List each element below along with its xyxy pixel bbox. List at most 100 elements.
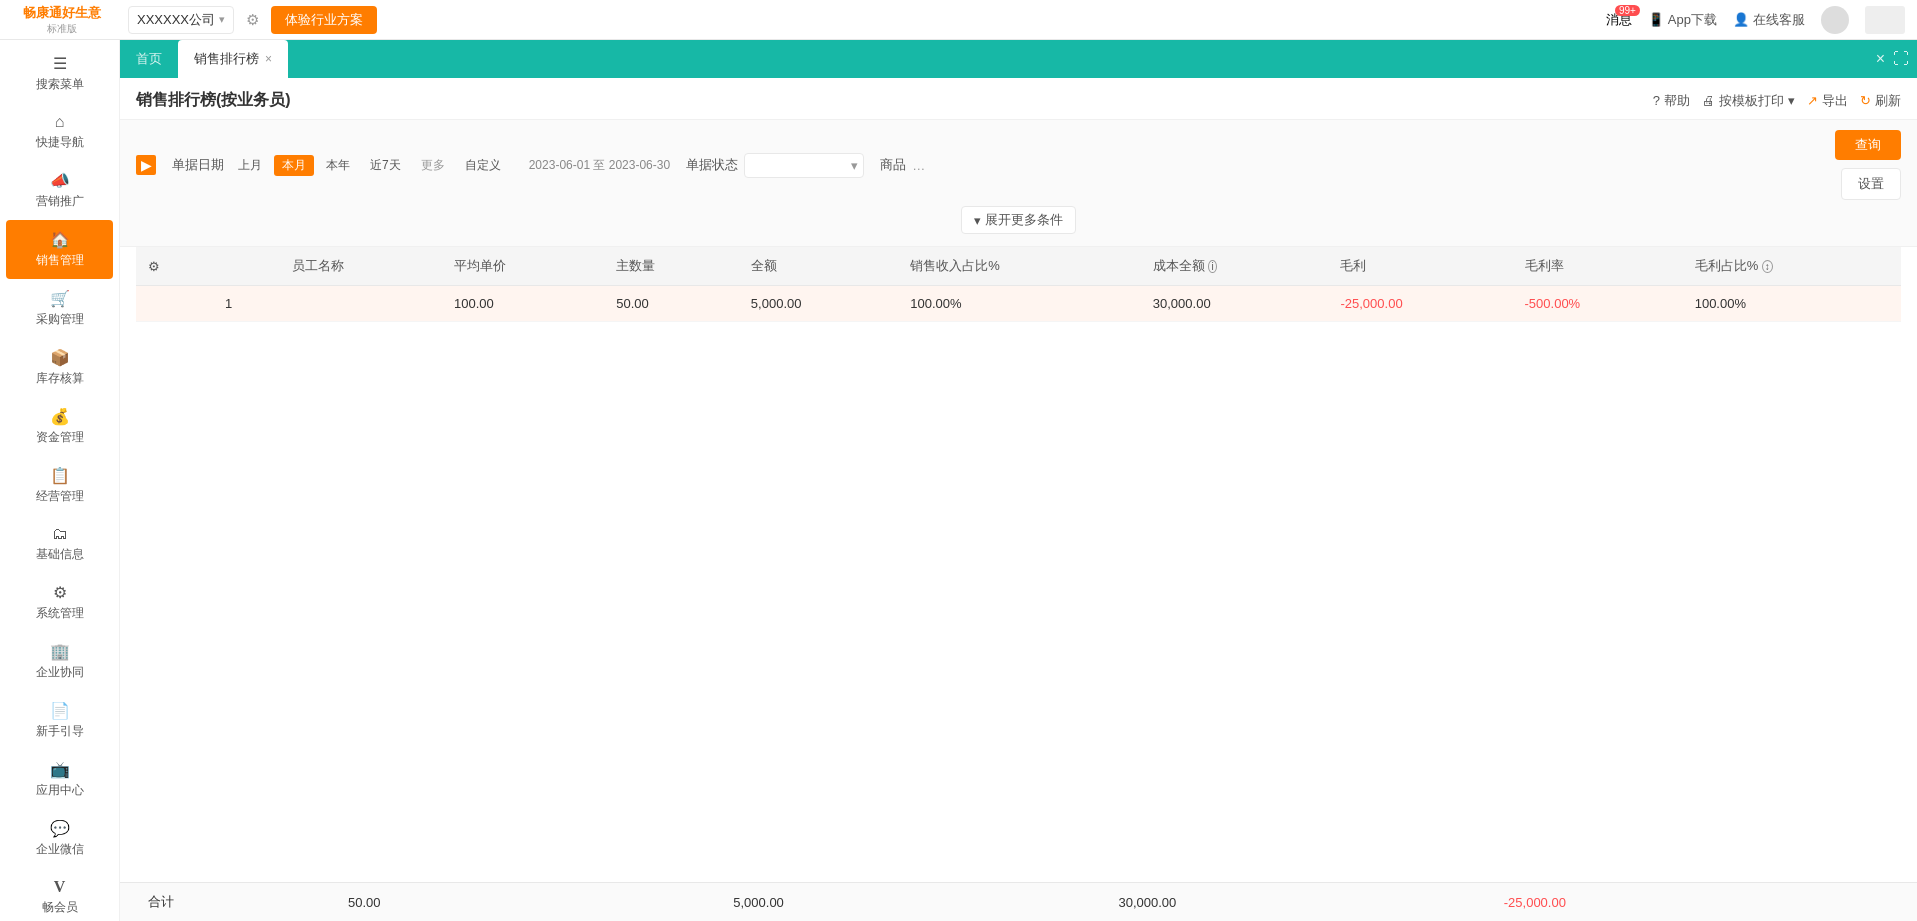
company-selector[interactable]: XXXXXX公司 ▾	[128, 6, 234, 34]
sidebar-item-collab[interactable]: 🏢 企业协同	[0, 632, 119, 691]
status-select[interactable]	[744, 153, 864, 178]
col-amount: 全额	[739, 247, 898, 286]
print-label: 按模板打印	[1719, 92, 1784, 110]
sidebar-item-sales[interactable]: 🏠 销售管理	[6, 220, 113, 279]
table-settings-icon[interactable]: ⚙	[148, 259, 160, 274]
filter-right-buttons: 查询 设置	[1835, 130, 1901, 200]
sidebar-label-quicknav: 快捷导航	[36, 134, 84, 151]
expand-row: ▾ 展开更多条件	[136, 200, 1901, 236]
date-tab-last-month[interactable]: 上月	[230, 155, 270, 176]
message-icon[interactable]: 消息 99+	[1606, 11, 1632, 29]
sidebar-item-finance[interactable]: 💰 资金管理	[0, 397, 119, 456]
row-avg-price: 100.00	[442, 286, 604, 322]
sidebar-item-inventory[interactable]: 📦 库存核算	[0, 338, 119, 397]
profit-pct-info-icon[interactable]: ↕	[1762, 260, 1773, 273]
guide-icon: 📄	[50, 701, 70, 720]
date-tab-this-month[interactable]: 本月	[274, 155, 314, 176]
finance-icon: 💰	[50, 407, 70, 426]
row-profit-pct: 100.00%	[1683, 286, 1901, 322]
row-cost: 30,000.00	[1141, 286, 1329, 322]
page-container: 销售排行榜(按业务员) ? 帮助 🖨 按模板打印 ▾ ↗ 导出	[120, 78, 1917, 921]
col-profit-rate: 毛利率	[1513, 247, 1683, 286]
date-range-display: 2023-06-01 至 2023-06-30	[529, 157, 670, 174]
filter-row-1: ▶ 单据日期 上月 本月 本年 近7天 更多 自定义 2023-06	[136, 130, 1901, 200]
online-service-icon: 👤	[1733, 12, 1749, 27]
col-avg-price: 平均单价	[442, 247, 604, 286]
sidebar-item-search[interactable]: ☰ 搜索菜单	[0, 44, 119, 103]
col-sales-pct: 销售收入占比%	[898, 247, 1141, 286]
refresh-btn[interactable]: ↻ 刷新	[1860, 92, 1901, 110]
footer-profit: -25,000.00	[1504, 895, 1889, 910]
sidebar-label-sales: 销售管理	[36, 252, 84, 269]
sidebar-item-system[interactable]: ⚙ 系统管理	[0, 573, 119, 632]
goods-more-icon[interactable]: …	[912, 158, 925, 173]
expand-btn-label: 展开更多条件	[985, 211, 1063, 229]
top-bar-right: 消息 99+ 📱 App下载 👤 在线客服	[1606, 6, 1905, 34]
trial-button[interactable]: 体验行业方案	[271, 6, 377, 34]
app-download-icon: 📱	[1648, 12, 1664, 27]
date-tab-7days[interactable]: 近7天	[362, 155, 409, 176]
goods-filter: 商品 …	[880, 156, 925, 174]
sidebar-item-operations[interactable]: 📋 经营管理	[0, 456, 119, 515]
online-service-btn[interactable]: 👤 在线客服	[1733, 11, 1805, 29]
sidebar-item-guide[interactable]: 📄 新手引导	[0, 691, 119, 750]
row-profit-rate: -500.00%	[1513, 286, 1683, 322]
tab-active-label: 销售排行榜	[194, 50, 259, 68]
tab-home[interactable]: 首页	[120, 40, 178, 78]
sidebar-label-operations: 经营管理	[36, 488, 84, 505]
footer-amount: 5,000.00	[733, 895, 1118, 910]
tab-close-icon[interactable]: ×	[265, 52, 272, 66]
print-icon: 🖨	[1702, 93, 1715, 108]
tab-sales-ranking[interactable]: 销售排行榜 ×	[178, 40, 288, 78]
settings-icon[interactable]: ⚙	[246, 11, 259, 29]
row-quantity: 50.00	[604, 286, 739, 322]
sidebar-label-purchase: 采购管理	[36, 311, 84, 328]
help-btn[interactable]: ? 帮助	[1653, 92, 1690, 110]
sidebar-label-guide: 新手引导	[36, 723, 84, 740]
sidebar-item-appcenter[interactable]: 📺 应用中心	[0, 750, 119, 809]
tab-home-label: 首页	[136, 50, 162, 68]
refresh-label: 刷新	[1875, 92, 1901, 110]
query-button[interactable]: 查询	[1835, 130, 1901, 160]
footer-cost: 30,000.00	[1119, 895, 1504, 910]
footer-label: 合计	[148, 893, 348, 911]
tab-fullscreen-btn[interactable]: ⛶	[1893, 50, 1909, 68]
goods-label: 商品	[880, 156, 906, 174]
sidebar-label-inventory: 库存核算	[36, 370, 84, 387]
date-tab-custom[interactable]: 自定义	[457, 155, 509, 176]
col-rank	[213, 247, 280, 286]
sidebar-item-marketing[interactable]: 📣 营销推广	[0, 161, 119, 220]
print-chevron-icon: ▾	[1788, 93, 1795, 108]
page-header: 销售排行榜(按业务员) ? 帮助 🖨 按模板打印 ▾ ↗ 导出	[120, 78, 1917, 120]
row-sales-pct: 100.00%	[898, 286, 1141, 322]
cost-info-icon[interactable]: i	[1208, 260, 1216, 273]
date-tab-more[interactable]: 更多	[413, 155, 453, 176]
sidebar-item-quicknav[interactable]: ⌂ 快捷导航	[0, 103, 119, 161]
app-logo-text: 畅康通好生意	[23, 4, 101, 22]
user-avatar[interactable]	[1821, 6, 1849, 34]
expand-more-btn[interactable]: ▾ 展开更多条件	[961, 206, 1076, 234]
sidebar-label-basicinfo: 基础信息	[36, 546, 84, 563]
row-profit: -25,000.00	[1328, 286, 1512, 322]
date-tab-this-year[interactable]: 本年	[318, 155, 358, 176]
print-btn[interactable]: 🖨 按模板打印 ▾	[1702, 92, 1795, 110]
content-area: 首页 销售排行榜 × × ⛶ 销售排行榜(按业务员) ? 帮助	[120, 40, 1917, 921]
tab-bar-actions: × ⛶	[1876, 50, 1917, 68]
table-footer: 合计 50.00 5,000.00 30,000.00 -25,000.00	[120, 882, 1917, 921]
row-amount: 5,000.00	[739, 286, 898, 322]
sidebar-item-purchase[interactable]: 🛒 采购管理	[0, 279, 119, 338]
tab-close-window-btn[interactable]: ×	[1876, 50, 1885, 68]
sidebar-item-member[interactable]: V 畅会员	[0, 868, 119, 921]
sidebar-item-enterprise-wechat[interactable]: 💬 企业微信	[0, 809, 119, 868]
row-settings-col	[136, 286, 213, 322]
sidebar-item-basicinfo[interactable]: 🗂 基础信息	[0, 515, 119, 573]
export-btn[interactable]: ↗ 导出	[1807, 92, 1848, 110]
member-icon: V	[54, 878, 66, 896]
system-icon: ⚙	[53, 583, 67, 602]
filter-toggle-arrow[interactable]: ▶	[136, 155, 156, 175]
app-download-btn[interactable]: 📱 App下载	[1648, 11, 1717, 29]
filter-settings-btn[interactable]: 设置	[1841, 168, 1901, 200]
purchase-icon: 🛒	[50, 289, 70, 308]
sidebar-label-search: 搜索菜单	[36, 76, 84, 93]
sidebar-label-member: 畅会员	[42, 899, 78, 916]
